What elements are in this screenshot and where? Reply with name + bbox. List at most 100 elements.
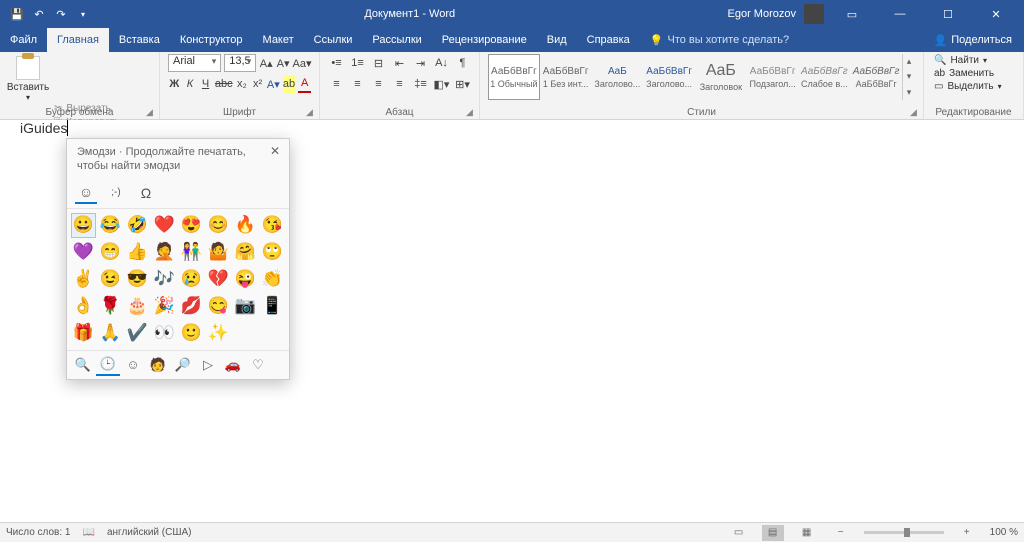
emoji-item[interactable]: 💋 [179,294,204,319]
italic-button[interactable]: К [184,75,197,93]
font-color-icon[interactable]: A [298,75,311,93]
redo-icon[interactable]: ↷ [52,5,70,23]
shading-icon[interactable]: ◧▾ [433,75,450,93]
paragraph-launcher-icon[interactable]: ◢ [466,107,476,117]
maximize-icon[interactable]: ☐ [928,0,968,28]
emoji-item[interactable]: 😂 [98,213,123,238]
spellcheck-icon[interactable]: 📖 [82,527,94,538]
subscript-icon[interactable]: x₂ [236,75,249,93]
tab-help[interactable]: Справка [577,28,640,52]
font-size-select[interactable]: 13,5 [224,54,256,72]
decrease-indent-icon[interactable]: ⇤ [391,54,408,72]
emoji-item[interactable]: ✔️ [125,321,150,346]
emoji-item[interactable]: 👫 [179,240,204,265]
align-center-icon[interactable]: ≡ [349,75,366,93]
emoji-item[interactable]: 👏 [260,267,285,292]
emoji-item[interactable]: 🙂 [179,321,204,346]
superscript-icon[interactable]: x² [251,75,264,93]
zoom-level[interactable]: 100 % [990,527,1018,538]
emoji-item[interactable]: 🌹 [98,294,123,319]
emoji-item[interactable]: ❤️ [152,213,177,238]
select-button[interactable]: ▭Выделить▾ [932,80,1015,93]
borders-icon[interactable]: ⊞▾ [454,75,471,93]
emoji-item[interactable]: 🎂 [125,294,150,319]
style-h2[interactable]: АаБбВвГгЗаголово... [643,54,695,100]
font-family-select[interactable]: Arial [168,54,221,72]
emoji-item[interactable]: 😢 [179,267,204,292]
read-mode-icon[interactable]: ▭ [728,525,750,541]
clipboard-launcher-icon[interactable]: ◢ [146,107,156,117]
numbering-icon[interactable]: 1≡ [349,54,366,72]
tell-me-search[interactable]: 💡 Что вы хотите сделать? [640,28,799,52]
ribbon-options-icon[interactable]: ▭ [832,0,872,28]
zoom-slider[interactable] [864,531,944,534]
sort-icon[interactable]: A↓ [433,54,450,72]
print-layout-icon[interactable]: ▤ [762,525,784,541]
gallery-more-icon[interactable]: ▾ [903,85,915,100]
emoji-item[interactable]: 👌 [71,294,96,319]
multilevel-icon[interactable]: ⊟ [370,54,387,72]
emoji-item[interactable]: 💜 [71,240,96,265]
show-marks-icon[interactable]: ¶ [454,54,471,72]
underline-button[interactable]: Ч [199,75,212,93]
emoji-item[interactable]: 💔 [206,267,231,292]
style-normal[interactable]: АаБбВвГг1 Обычный [488,54,540,100]
tab-insert[interactable]: Вставка [109,28,170,52]
emoji-item[interactable]: 😜 [233,267,258,292]
emoji-item[interactable]: 📷 [233,294,258,319]
tab-view[interactable]: Вид [537,28,577,52]
save-icon[interactable]: 💾 [8,5,26,23]
emoji-category[interactable]: ☺ [121,354,145,376]
emoji-item[interactable]: 📱 [260,294,285,319]
zoom-out-icon[interactable]: − [830,525,852,541]
emoji-category[interactable]: ▷ [196,354,220,376]
emoji-item[interactable]: 😎 [125,267,150,292]
line-spacing-icon[interactable]: ‡≡ [412,75,429,93]
styles-launcher-icon[interactable]: ◢ [910,107,920,117]
close-icon[interactable]: ✕ [976,0,1016,28]
emoji-item[interactable]: 😁 [98,240,123,265]
emoji-close-icon[interactable]: ✕ [267,143,283,159]
emoji-item[interactable]: 🎉 [152,294,177,319]
change-case-icon[interactable]: Aa▾ [293,54,311,72]
style-extra[interactable]: АаБбВвГгАаБбВвГг [850,54,902,100]
style-nospacing[interactable]: АаБбВвГг1 Без инт... [540,54,592,100]
emoji-item[interactable]: 🤷 [206,240,231,265]
emoji-item[interactable]: 😋 [206,294,231,319]
align-right-icon[interactable]: ≡ [370,75,387,93]
emoji-item[interactable]: 🙏 [98,321,123,346]
emoji-item[interactable]: 👍 [125,240,150,265]
emoji-item[interactable]: 🤗 [233,240,258,265]
minimize-icon[interactable]: — [880,0,920,28]
tab-home[interactable]: Главная [47,28,109,52]
emoji-category[interactable]: 🚗 [221,354,245,376]
emoji-item[interactable]: 😍 [179,213,204,238]
increase-indent-icon[interactable]: ⇥ [412,54,429,72]
font-launcher-icon[interactable]: ◢ [306,107,316,117]
bullets-icon[interactable]: •≡ [328,54,345,72]
qat-dropdown-icon[interactable]: ▾ [74,5,92,23]
emoji-item[interactable]: 🤣 [125,213,150,238]
replace-button[interactable]: abЗаменить [932,67,1015,80]
emoji-item[interactable]: ✨ [206,321,231,346]
zoom-in-icon[interactable]: + [956,525,978,541]
word-count[interactable]: Число слов: 1 [6,527,70,538]
emoji-tab-smiley[interactable]: ☺ [75,182,97,204]
style-h1[interactable]: AaБЗаголово... [592,54,644,100]
emoji-category[interactable]: ♡ [246,354,270,376]
style-title[interactable]: AaБЗаголовок [695,54,747,100]
grow-font-icon[interactable]: A▴ [259,54,273,72]
emoji-item[interactable]: 🙄 [260,240,285,265]
language-status[interactable]: английский (США) [107,527,192,538]
bold-button[interactable]: Ж [168,75,181,93]
emoji-item[interactable]: 🎁 [71,321,96,346]
style-emphasis[interactable]: АаБбВвГгСлабое в... [799,54,851,100]
undo-icon[interactable]: ↶ [30,5,48,23]
gallery-down-icon[interactable]: ▾ [903,69,915,84]
emoji-category[interactable]: 🔎 [171,354,195,376]
emoji-item[interactable]: 😉 [98,267,123,292]
emoji-tab-kaomoji[interactable]: ;-) [105,182,127,204]
emoji-tab-symbols[interactable]: Ω [135,182,157,204]
tab-review[interactable]: Рецензирование [432,28,537,52]
paste-button[interactable]: Вставить ▾ [8,54,48,102]
